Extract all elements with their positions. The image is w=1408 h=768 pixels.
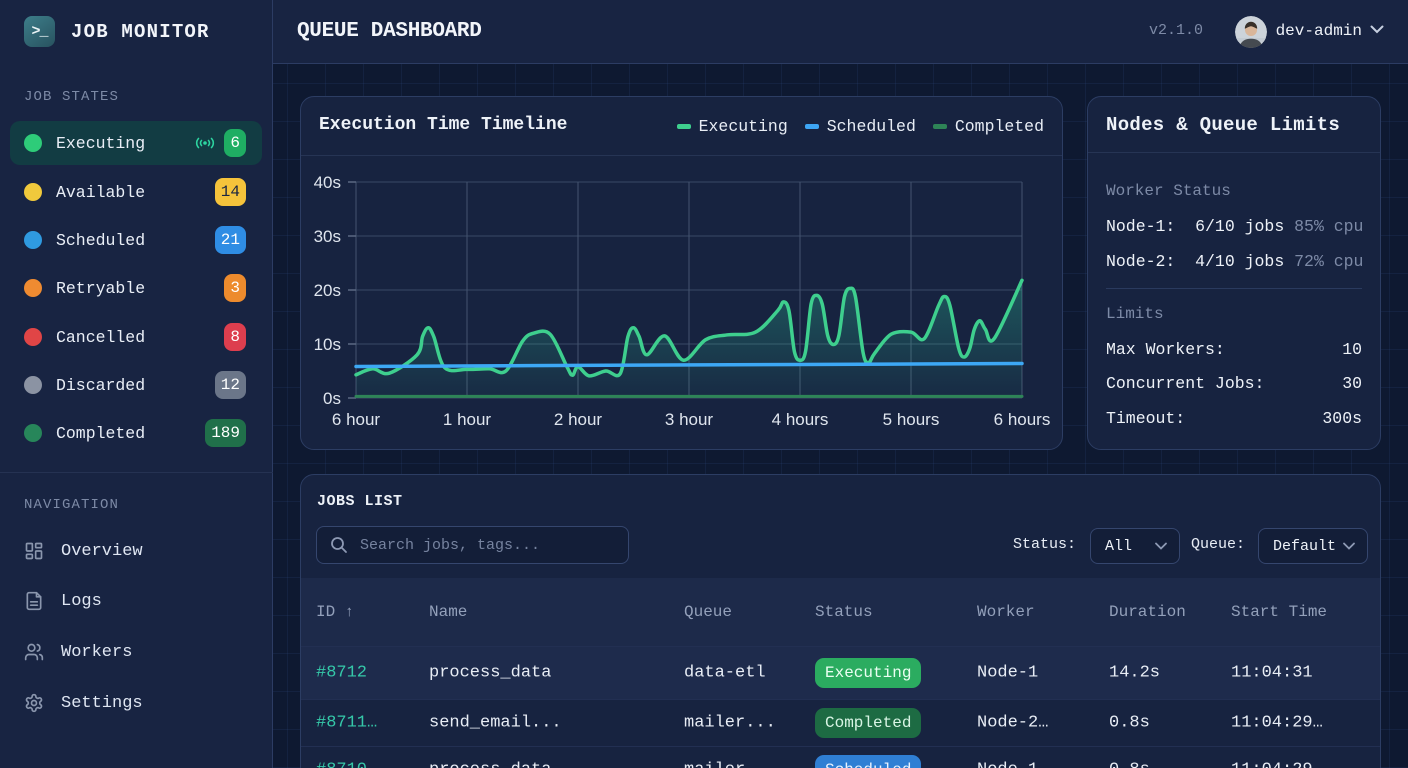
svg-text:10s: 10s [314,335,341,354]
svg-text:6 hours: 6 hours [994,410,1051,429]
svg-text:20s: 20s [314,281,341,300]
svg-text:40s: 40s [314,173,341,192]
svg-text:5 hours: 5 hours [883,410,940,429]
svg-text:30s: 30s [314,227,341,246]
svg-text:0s: 0s [323,389,341,408]
svg-text:6 hour: 6 hour [332,410,381,429]
svg-text:1 hour: 1 hour [443,410,492,429]
svg-text:2 hour: 2 hour [554,410,603,429]
svg-text:4 hours: 4 hours [772,410,829,429]
svg-text:3 hour: 3 hour [665,410,714,429]
